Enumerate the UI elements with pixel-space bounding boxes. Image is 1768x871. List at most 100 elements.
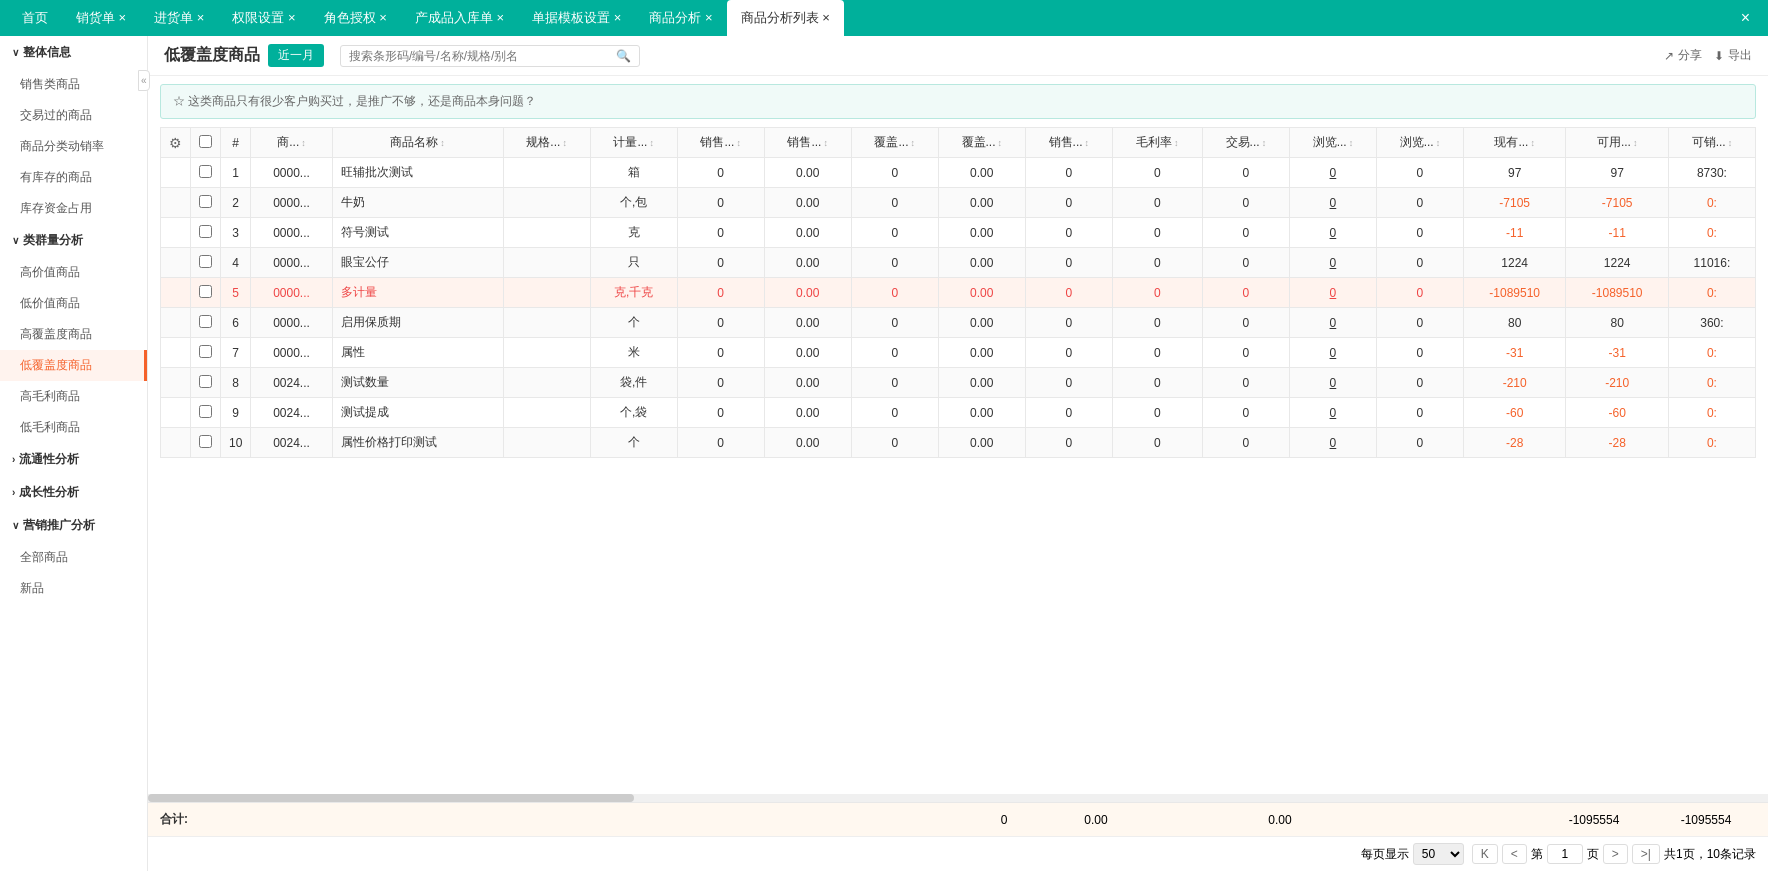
th-current-stock[interactable]: 现有...↕	[1463, 128, 1565, 158]
sidebar-item-stocked-goods[interactable]: 有库存的商品	[0, 162, 147, 193]
th-settings[interactable]: ⚙	[161, 128, 191, 158]
sidebar-item-all-goods[interactable]: 全部商品	[0, 542, 147, 573]
td-view1[interactable]: 0	[1289, 338, 1376, 368]
nav-sales[interactable]: 销货单 ×	[62, 0, 140, 36]
nav-product-analysis-list[interactable]: 商品分析列表 ×	[727, 0, 844, 36]
settings-icon[interactable]: ⚙	[169, 135, 182, 151]
first-page-button[interactable]: K	[1472, 844, 1498, 864]
td-checkbox[interactable]	[191, 398, 221, 428]
share-button[interactable]: ↗ 分享	[1664, 47, 1702, 64]
sidebar-item-high-coverage[interactable]: 高覆盖度商品	[0, 319, 147, 350]
th-saleable[interactable]: 可销...↕	[1668, 128, 1755, 158]
td-checkbox[interactable]	[191, 308, 221, 338]
th-checkbox[interactable]	[191, 128, 221, 158]
th-sales-amt[interactable]: 销售...↕	[764, 128, 851, 158]
td-spec	[503, 338, 590, 368]
td-view1[interactable]: 0	[1289, 158, 1376, 188]
sidebar-item-low-coverage[interactable]: 低覆盖度商品	[0, 350, 147, 381]
page-input[interactable]	[1547, 844, 1583, 864]
sidebar-item-low-value[interactable]: 低价值商品	[0, 288, 147, 319]
row-checkbox[interactable]	[199, 285, 212, 298]
prev-page-button[interactable]: <	[1502, 844, 1527, 864]
td-checkbox[interactable]	[191, 218, 221, 248]
td-checkbox[interactable]	[191, 278, 221, 308]
scroll-thumb[interactable]	[148, 794, 634, 802]
search-input[interactable]	[349, 49, 612, 63]
nav-permissions[interactable]: 权限设置 ×	[218, 0, 309, 36]
th-trade[interactable]: 交易...↕	[1202, 128, 1289, 158]
time-filter-button[interactable]: 近一月	[268, 44, 324, 67]
row-checkbox[interactable]	[199, 315, 212, 328]
th-gross[interactable]: 毛利率↕	[1112, 128, 1202, 158]
th-sales-qty[interactable]: 销售...↕	[677, 128, 764, 158]
nav-home[interactable]: 首页	[8, 0, 62, 36]
td-view1[interactable]: 0	[1289, 218, 1376, 248]
row-checkbox[interactable]	[199, 225, 212, 238]
last-page-button[interactable]: >|	[1632, 844, 1660, 864]
select-all-checkbox[interactable]	[199, 135, 212, 148]
th-spec[interactable]: 规格...↕	[503, 128, 590, 158]
td-view1[interactable]: 0	[1289, 308, 1376, 338]
sidebar-item-high-margin[interactable]: 高毛利商品	[0, 381, 147, 412]
td-checkbox[interactable]	[191, 338, 221, 368]
sidebar-section-overall[interactable]: ∨ 整体信息	[0, 36, 147, 69]
sidebar-item-low-margin[interactable]: 低毛利商品	[0, 412, 147, 443]
td-sales3: 0	[1025, 368, 1112, 398]
search-icon[interactable]: 🔍	[616, 49, 631, 63]
sidebar-section-growth[interactable]: › 成长性分析	[0, 476, 147, 509]
sidebar-item-high-value[interactable]: 高价值商品	[0, 257, 147, 288]
row-checkbox[interactable]	[199, 255, 212, 268]
td-view1[interactable]: 0	[1289, 398, 1376, 428]
th-name[interactable]: 商品名称↕	[332, 128, 503, 158]
td-view1[interactable]: 0	[1289, 428, 1376, 458]
td-no: 1	[221, 158, 251, 188]
row-checkbox[interactable]	[199, 195, 212, 208]
td-checkbox[interactable]	[191, 248, 221, 278]
td-view1[interactable]: 0	[1289, 368, 1376, 398]
th-view1[interactable]: 浏览...↕	[1289, 128, 1376, 158]
th-available-stock[interactable]: 可用...↕	[1566, 128, 1668, 158]
td-sales-qty: 0	[677, 248, 764, 278]
close-button[interactable]: ×	[1731, 9, 1760, 27]
export-button[interactable]: ⬇ 导出	[1714, 47, 1752, 64]
td-view1[interactable]: 0	[1289, 248, 1376, 278]
row-checkbox[interactable]	[199, 165, 212, 178]
nav-template-settings[interactable]: 单据模板设置 ×	[518, 0, 635, 36]
row-checkbox[interactable]	[199, 405, 212, 418]
sidebar-section-cluster[interactable]: ∨ 类群量分析	[0, 224, 147, 257]
sidebar-item-sales-goods[interactable]: 销售类商品	[0, 69, 147, 100]
sidebar-section-liquidity[interactable]: › 流通性分析	[0, 443, 147, 476]
th-view2[interactable]: 浏览...↕	[1376, 128, 1463, 158]
td-checkbox[interactable]	[191, 428, 221, 458]
total-current-stock: -1095554	[1544, 813, 1644, 827]
td-available-stock: -1089510	[1566, 278, 1668, 308]
th-unit[interactable]: 计量...↕	[590, 128, 677, 158]
table-container[interactable]: ⚙ # 商...↕ 商品名称↕ 规格...↕ 计量...↕ 销售...↕ 销售.…	[148, 127, 1768, 794]
sidebar-item-stock-capital[interactable]: 库存资金占用	[0, 193, 147, 224]
th-cover2[interactable]: 覆盖...↕	[938, 128, 1025, 158]
td-checkbox[interactable]	[191, 188, 221, 218]
sidebar-item-category-rate[interactable]: 商品分类动销率	[0, 131, 147, 162]
sidebar-item-new-goods[interactable]: 新品	[0, 573, 147, 604]
td-checkbox[interactable]	[191, 158, 221, 188]
td-checkbox[interactable]	[191, 368, 221, 398]
sidebar-section-marketing[interactable]: ∨ 营销推广分析	[0, 509, 147, 542]
sidebar-collapse-button[interactable]: «	[138, 70, 150, 91]
nav-product-entry[interactable]: 产成品入库单 ×	[401, 0, 518, 36]
td-sales3: 0	[1025, 338, 1112, 368]
nav-roles[interactable]: 角色授权 ×	[310, 0, 401, 36]
page-size-select[interactable]: 20 50 100	[1413, 843, 1464, 865]
next-page-button[interactable]: >	[1603, 844, 1628, 864]
horizontal-scrollbar[interactable]	[148, 794, 1768, 802]
th-sales3[interactable]: 销售...↕	[1025, 128, 1112, 158]
nav-product-analysis[interactable]: 商品分析 ×	[635, 0, 726, 36]
th-code[interactable]: 商...↕	[251, 128, 332, 158]
nav-purchase[interactable]: 进货单 ×	[140, 0, 218, 36]
sidebar-item-traded-goods[interactable]: 交易过的商品	[0, 100, 147, 131]
row-checkbox[interactable]	[199, 435, 212, 448]
td-view1[interactable]: 0	[1289, 278, 1376, 308]
row-checkbox[interactable]	[199, 345, 212, 358]
th-cover1[interactable]: 覆盖...↕	[851, 128, 938, 158]
row-checkbox[interactable]	[199, 375, 212, 388]
td-view1[interactable]: 0	[1289, 188, 1376, 218]
